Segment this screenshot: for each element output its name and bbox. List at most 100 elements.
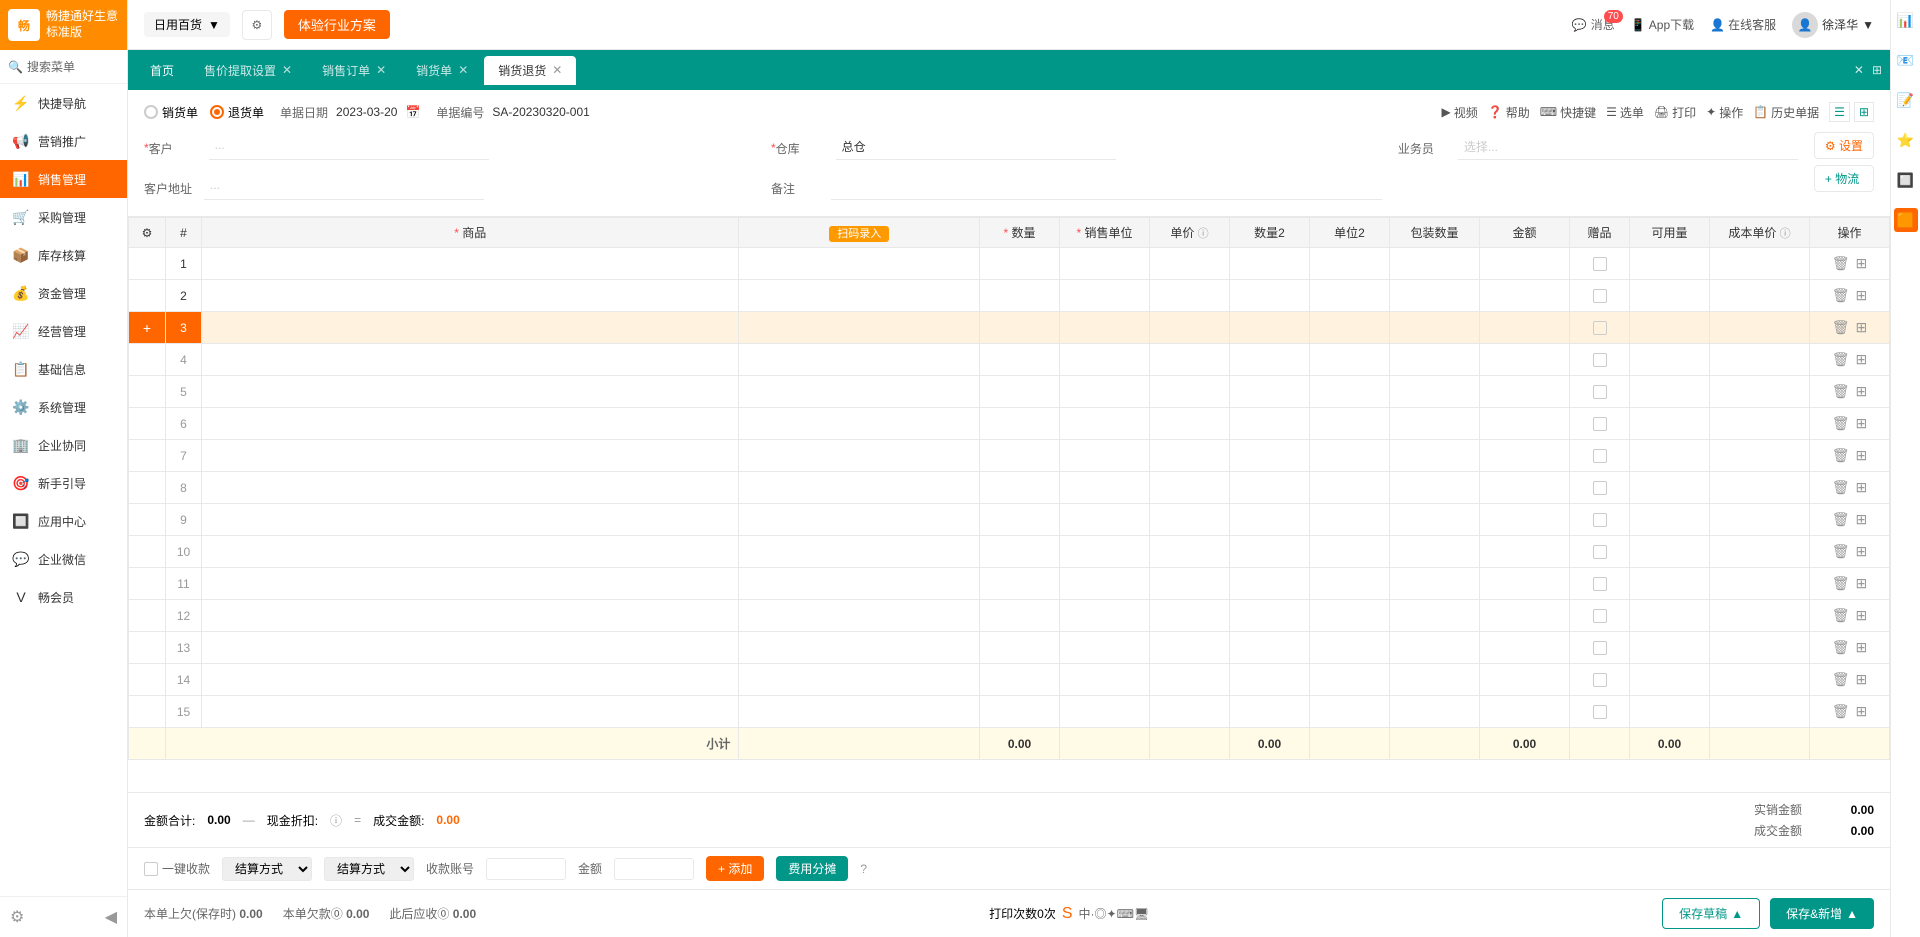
row-qty2[interactable]	[1230, 504, 1310, 536]
row-qty[interactable]	[980, 344, 1060, 376]
row-price[interactable]	[1150, 440, 1230, 472]
row-pack-qty[interactable]	[1390, 408, 1480, 440]
row-price[interactable]	[1150, 568, 1230, 600]
row-cost[interactable]	[1710, 632, 1810, 664]
sidebar-item-apps[interactable]: 🔲 应用中心	[0, 502, 127, 540]
sidebar-settings-icon[interactable]: ⚙	[10, 907, 24, 927]
gift-checkbox[interactable]	[1593, 257, 1607, 271]
online-service-button[interactable]: 👤 在线客服	[1710, 16, 1776, 33]
row-qty[interactable]	[980, 664, 1060, 696]
gift-checkbox[interactable]	[1593, 385, 1607, 399]
row-amount[interactable]	[1480, 408, 1570, 440]
row-product[interactable]	[202, 664, 739, 696]
row-unit[interactable]	[1060, 344, 1150, 376]
row-qty2[interactable]	[1230, 248, 1310, 280]
row-amount[interactable]	[1480, 280, 1570, 312]
row-amount[interactable]	[1480, 376, 1570, 408]
gift-checkbox[interactable]	[1593, 481, 1607, 495]
split-help-icon[interactable]: ?	[860, 862, 867, 876]
row-cost[interactable]	[1710, 600, 1810, 632]
sidebar-search[interactable]: 🔍 搜索菜单	[0, 50, 127, 84]
tab-sale-price-close[interactable]: ✕	[282, 63, 292, 77]
row-product[interactable]	[202, 472, 739, 504]
row-amount[interactable]	[1480, 504, 1570, 536]
row-copy-icon[interactable]: ⊞	[1856, 351, 1868, 368]
row-product[interactable]	[202, 632, 739, 664]
maximize-icon[interactable]: ⊞	[1872, 63, 1882, 77]
date-picker-button[interactable]: 📅	[405, 105, 420, 119]
history-button[interactable]: 📋 历史单据	[1753, 104, 1819, 121]
gift-checkbox[interactable]	[1593, 289, 1607, 303]
payment-checkbox[interactable]	[144, 862, 158, 876]
row-unit[interactable]	[1060, 536, 1150, 568]
row-qty[interactable]	[980, 568, 1060, 600]
sidebar-collapse-icon[interactable]: ◀	[105, 907, 117, 927]
th-scan[interactable]: 扫码录入	[739, 218, 980, 248]
split-cost-button[interactable]: 费用分摊	[776, 856, 848, 881]
row-amount[interactable]	[1480, 600, 1570, 632]
radio-sales[interactable]: 销货单	[144, 104, 198, 121]
row-amount-active[interactable]	[1480, 312, 1570, 344]
row-gift[interactable]	[1570, 568, 1630, 600]
row-unit2[interactable]	[1310, 600, 1390, 632]
radio-return[interactable]: 退货单	[210, 104, 264, 121]
row-delete-icon[interactable]: 🗑	[1832, 383, 1850, 400]
row-gift[interactable]	[1570, 440, 1630, 472]
row-qty[interactable]	[980, 696, 1060, 728]
row-gift[interactable]	[1570, 696, 1630, 728]
row-product[interactable]	[202, 568, 739, 600]
sidebar-item-vip[interactable]: V 畅会员	[0, 578, 127, 616]
row-avail[interactable]	[1630, 600, 1710, 632]
account-input[interactable]	[486, 858, 566, 880]
row-unit[interactable]	[1060, 472, 1150, 504]
row-unit2[interactable]	[1310, 280, 1390, 312]
row-price-active[interactable]	[1150, 312, 1230, 344]
row-qty2[interactable]	[1230, 536, 1310, 568]
row-pack-qty[interactable]	[1390, 568, 1480, 600]
row-avail[interactable]	[1630, 344, 1710, 376]
add-row-button[interactable]: +	[137, 318, 157, 338]
add-logistics-button[interactable]: + 物流	[1814, 165, 1874, 192]
row-cost[interactable]	[1710, 504, 1810, 536]
row-copy-icon[interactable]: ⊞	[1856, 479, 1868, 496]
row-copy-icon[interactable]: ⊞	[1856, 287, 1868, 304]
save-new-button[interactable]: 保存&新增 ▲	[1770, 898, 1874, 929]
row-delete-icon[interactable]: 🗑	[1832, 351, 1850, 368]
sidebar-item-weixin[interactable]: 💬 企业微信	[0, 540, 127, 578]
discount-help-icon[interactable]: ⓘ	[330, 812, 342, 829]
row-pack-qty[interactable]	[1390, 440, 1480, 472]
cost-info-icon[interactable]: ⓘ	[1780, 228, 1791, 240]
row-pack-qty[interactable]	[1390, 536, 1480, 568]
sidebar-item-marketing[interactable]: 📢 营销推广	[0, 122, 127, 160]
sidebar-item-operation[interactable]: 📈 经营管理	[0, 312, 127, 350]
row-copy-icon[interactable]: ⊞	[1856, 639, 1868, 656]
row-product[interactable]	[202, 600, 739, 632]
row-pack-qty[interactable]	[1390, 376, 1480, 408]
customer-addr-input[interactable]: ...	[204, 176, 484, 200]
row-gift[interactable]	[1570, 664, 1630, 696]
gift-checkbox[interactable]	[1593, 513, 1607, 527]
row-gift-active[interactable]	[1570, 312, 1630, 344]
row-delete-icon[interactable]: 🗑	[1832, 447, 1850, 464]
settings-button[interactable]: ⚙ 设置	[1814, 132, 1874, 159]
tab-sales-order[interactable]: 销售订单 ✕	[308, 56, 400, 85]
row-unit[interactable]	[1060, 440, 1150, 472]
row-price[interactable]	[1150, 472, 1230, 504]
row-add-cell[interactable]: +	[129, 312, 166, 344]
row-qty[interactable]	[980, 472, 1060, 504]
row-avail[interactable]	[1630, 472, 1710, 504]
row-unit2[interactable]	[1310, 376, 1390, 408]
row-qty[interactable]	[980, 536, 1060, 568]
row-copy-icon[interactable]: ⊞	[1856, 607, 1868, 624]
row-product[interactable]	[202, 536, 739, 568]
sidebar-item-purchase[interactable]: 🛒 采购管理	[0, 198, 127, 236]
row-product-active[interactable]	[202, 312, 739, 344]
close-window-icon[interactable]: ✕	[1854, 63, 1864, 77]
row-qty2[interactable]	[1230, 376, 1310, 408]
row-pack-qty[interactable]	[1390, 696, 1480, 728]
right-btn-2[interactable]: 📧	[1894, 48, 1918, 72]
row-delete-icon[interactable]: 🗑	[1832, 319, 1850, 336]
gift-checkbox[interactable]	[1593, 417, 1607, 431]
right-btn-3[interactable]: 📝	[1894, 88, 1918, 112]
row-unit[interactable]	[1060, 568, 1150, 600]
